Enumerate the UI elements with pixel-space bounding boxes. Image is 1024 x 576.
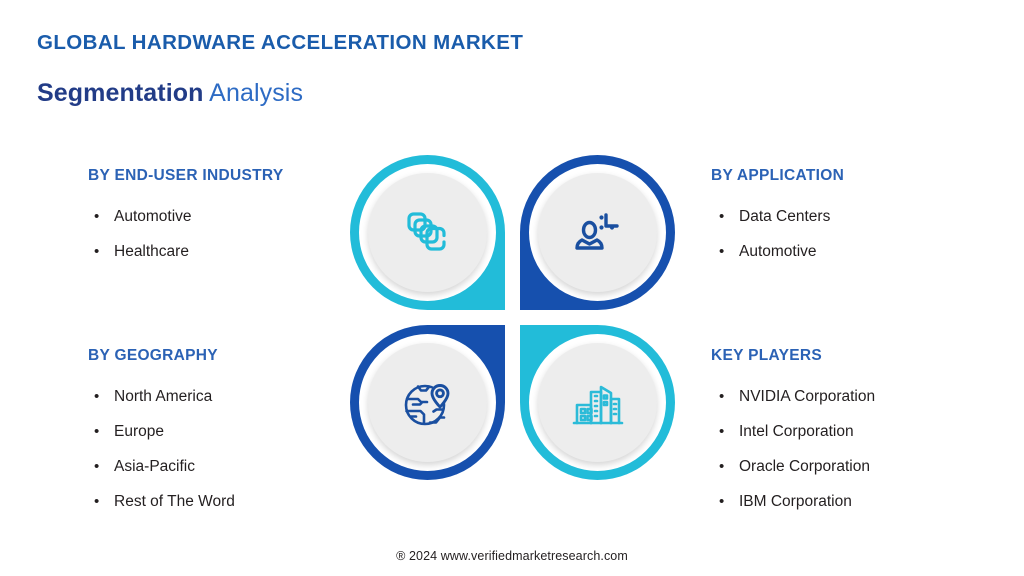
list-item: Data Centers <box>711 199 844 234</box>
list-item: Europe <box>88 414 235 449</box>
city-buildings-icon <box>572 385 623 424</box>
section-geography: BY GEOGRAPHY North America Europe Asia-P… <box>88 347 235 519</box>
list-item: Oracle Corporation <box>711 449 875 484</box>
petal-inner-circle <box>538 343 657 462</box>
petal-key-players <box>520 325 675 480</box>
layers-stack-icon <box>406 211 446 251</box>
list-item: IBM Corporation <box>711 484 875 519</box>
page-title: GLOBAL HARDWARE ACCELERATION MARKET <box>37 31 524 54</box>
section-list-key-players: NVIDIA Corporation Intel Corporation Ora… <box>711 379 875 519</box>
petal-inner-circle <box>368 173 487 292</box>
section-list-application: Data Centers Automotive <box>711 199 844 269</box>
petal-application <box>520 155 675 310</box>
footer-copyright: ® 2024 www.verifiedmarketresearch.com <box>396 549 628 563</box>
list-item: Automotive <box>711 234 844 269</box>
list-item: NVIDIA Corporation <box>711 379 875 414</box>
subtitle-emphasis: Segmentation <box>37 79 204 107</box>
petal-end-user-industry <box>350 155 505 310</box>
list-item: Healthcare <box>88 234 283 269</box>
petal-geography <box>350 325 505 480</box>
list-item: Rest of The Word <box>88 484 235 519</box>
list-item: Asia-Pacific <box>88 449 235 484</box>
section-heading-end-user-industry: BY END-USER INDUSTRY <box>88 167 284 184</box>
segmentation-pinwheel-graphic <box>350 155 675 480</box>
user-analytics-icon <box>574 212 619 250</box>
list-item: Automotive <box>88 199 283 234</box>
section-application: BY APPLICATION Data Centers Automotive <box>711 167 844 269</box>
list-item: North America <box>88 379 235 414</box>
page-subtitle: Segmentation Analysis <box>37 79 303 108</box>
section-heading-key-players: KEY PLAYERS <box>711 347 822 364</box>
globe-location-pin-icon <box>404 383 449 425</box>
section-heading-application: BY APPLICATION <box>711 167 845 184</box>
petal-inner-circle <box>368 343 487 462</box>
list-item: Intel Corporation <box>711 414 875 449</box>
section-heading-geography: BY GEOGRAPHY <box>88 347 218 364</box>
petal-inner-circle <box>538 173 657 292</box>
section-list-geography: North America Europe Asia-Pacific Rest o… <box>88 379 235 519</box>
subtitle-light: Analysis <box>203 79 304 107</box>
section-end-user-industry: BY END-USER INDUSTRY Automotive Healthca… <box>88 167 283 269</box>
section-list-end-user-industry: Automotive Healthcare <box>88 199 283 269</box>
section-key-players: KEY PLAYERS NVIDIA Corporation Intel Cor… <box>711 347 875 519</box>
